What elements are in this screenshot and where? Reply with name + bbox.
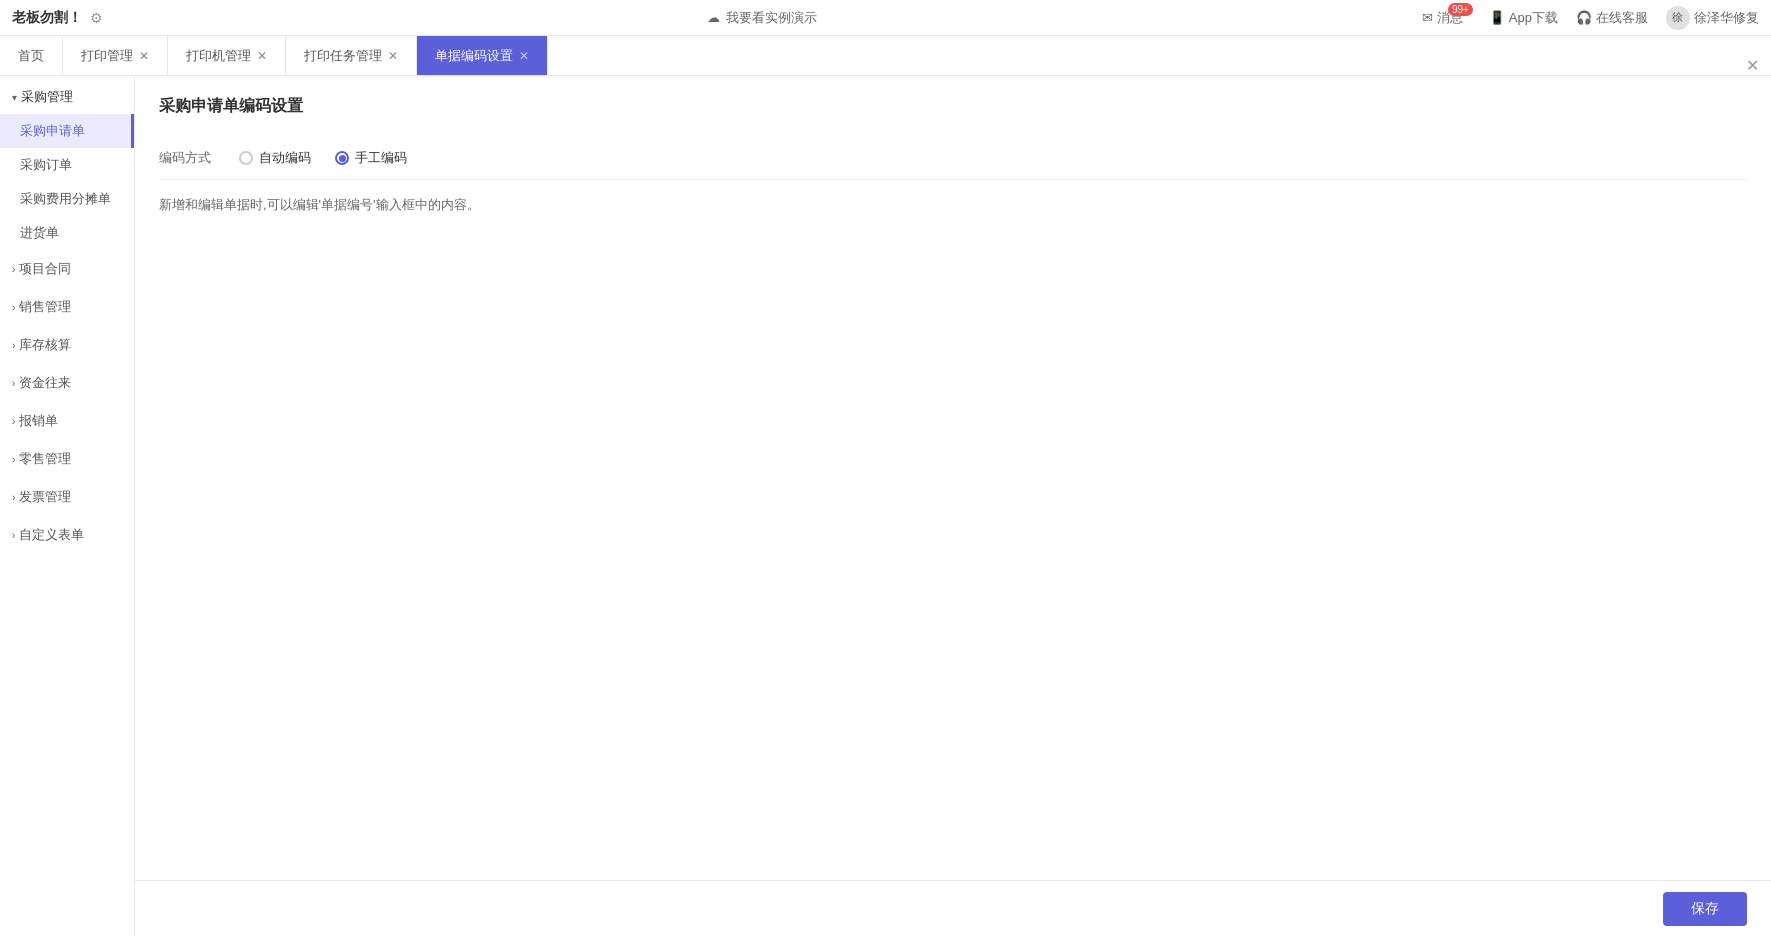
avatar: 徐 (1666, 6, 1690, 30)
purchase-group-label: 采购管理 (21, 88, 73, 106)
tab-print-task-management-close[interactable]: ✕ (388, 50, 398, 62)
sidebar: ▾ 采购管理 采购申请单 采购订单 采购费用分摊单 进货单 › 项目合同 › 销… (0, 76, 135, 936)
inventory-label: 库存核算 (19, 336, 71, 354)
save-button[interactable]: 保存 (1663, 892, 1747, 926)
sidebar-item-purchase-request[interactable]: 采购申请单 (0, 114, 134, 148)
radio-manual-label: 手工编码 (355, 149, 407, 167)
sidebar-item-goods-receipt[interactable]: 进货单 (0, 216, 134, 250)
sidebar-item-purchase-expense-label: 采购费用分摊单 (20, 191, 111, 206)
sidebar-item-custom-form[interactable]: › 自定义表单 (0, 516, 134, 554)
tab-print-management[interactable]: 打印管理 ✕ (63, 36, 168, 75)
tab-code-settings[interactable]: 单据编码设置 ✕ (417, 36, 548, 75)
invoice-label: 发票管理 (19, 488, 71, 506)
online-service-button[interactable]: 🎧 在线客服 (1576, 9, 1648, 27)
radio-auto[interactable]: 自动编码 (239, 149, 311, 167)
tab-code-settings-close[interactable]: ✕ (519, 50, 529, 62)
project-contract-label: 项目合同 (19, 260, 71, 278)
radio-manual-circle (335, 151, 349, 165)
sidebar-item-sales-management[interactable]: › 销售管理 (0, 288, 134, 326)
purchase-arrow-icon: ▾ (12, 92, 17, 103)
tab-printer-management-close[interactable]: ✕ (257, 50, 267, 62)
content-main: 采购申请单编码设置 编码方式 自动编码 手工编码 新增和编辑单据时,可以编辑'单… (135, 76, 1771, 880)
tab-code-settings-label: 单据编码设置 (435, 47, 513, 65)
sidebar-item-project-contract[interactable]: › 项目合同 (0, 250, 134, 288)
code-mode-radio-group: 自动编码 手工编码 (239, 149, 407, 167)
sidebar-item-purchase-request-label: 采购申请单 (20, 123, 85, 138)
app-logo: 老板勿割！ (12, 9, 82, 27)
online-service-label: 在线客服 (1596, 9, 1648, 27)
close-all-icon: ✕ (1746, 56, 1759, 75)
finance-label: 资金往来 (19, 374, 71, 392)
top-bar-right: ✉ 消息 99+ 📱 App下载 🎧 在线客服 徐 徐泽华修复 (1422, 6, 1759, 30)
hint-text: 新增和编辑单据时,可以编辑'单据编号'输入框中的内容。 (159, 180, 1747, 230)
tab-printer-management[interactable]: 打印机管理 ✕ (168, 36, 286, 75)
sales-arrow-icon: › (12, 302, 15, 313)
settings-icon[interactable]: ⚙ (90, 10, 103, 26)
sidebar-group-purchase-title[interactable]: ▾ 采购管理 (0, 78, 134, 114)
page-title: 采购申请单编码设置 (159, 96, 1747, 117)
bottom-bar: 保存 (135, 880, 1771, 936)
tab-home-label: 首页 (18, 47, 44, 65)
retail-arrow-icon: › (12, 454, 15, 465)
tab-printer-management-label: 打印机管理 (186, 47, 251, 65)
sidebar-item-finance[interactable]: › 资金往来 (0, 364, 134, 402)
sidebar-item-retail[interactable]: › 零售管理 (0, 440, 134, 478)
expense-arrow-icon: › (12, 416, 15, 427)
code-mode-label: 编码方式 (159, 149, 239, 167)
project-arrow-icon: › (12, 264, 15, 275)
main-layout: ▾ 采购管理 采购申请单 采购订单 采购费用分摊单 进货单 › 项目合同 › 销… (0, 76, 1771, 936)
close-all-tabs-button[interactable]: ✕ (1734, 56, 1771, 75)
tab-print-task-management[interactable]: 打印任务管理 ✕ (286, 36, 417, 75)
finance-arrow-icon: › (12, 378, 15, 389)
tab-bar: 首页 打印管理 ✕ 打印机管理 ✕ 打印任务管理 ✕ 单据编码设置 ✕ ✕ (0, 36, 1771, 76)
sidebar-item-purchase-order-label: 采购订单 (20, 157, 72, 172)
tab-print-task-management-label: 打印任务管理 (304, 47, 382, 65)
expense-report-label: 报销单 (19, 412, 58, 430)
radio-auto-circle (239, 151, 253, 165)
sidebar-item-goods-receipt-label: 进货单 (20, 225, 59, 240)
radio-auto-label: 自动编码 (259, 149, 311, 167)
sidebar-item-invoice[interactable]: › 发票管理 (0, 478, 134, 516)
sidebar-item-purchase-expense[interactable]: 采购费用分摊单 (0, 182, 134, 216)
sidebar-item-purchase-order[interactable]: 采购订单 (0, 148, 134, 182)
tab-print-management-close[interactable]: ✕ (139, 50, 149, 62)
top-bar-left: 老板勿割！ ⚙ (12, 9, 103, 27)
invoice-arrow-icon: › (12, 492, 15, 503)
app-download-icon: 📱 (1489, 10, 1505, 25)
sidebar-group-purchase: ▾ 采购管理 采购申请单 采购订单 采购费用分摊单 进货单 (0, 78, 134, 250)
app-download-button[interactable]: 📱 App下载 (1489, 9, 1558, 27)
user-name: 徐泽华修复 (1694, 9, 1759, 27)
app-download-label: App下载 (1509, 9, 1558, 27)
tab-home[interactable]: 首页 (0, 36, 63, 75)
cloud-icon: ☁ (707, 10, 720, 25)
headset-icon: 🎧 (1576, 10, 1592, 25)
search-demo-text: 我要看实例演示 (726, 9, 817, 27)
code-mode-row: 编码方式 自动编码 手工编码 (159, 137, 1747, 180)
inventory-arrow-icon: › (12, 340, 15, 351)
message-icon: ✉ (1422, 10, 1433, 25)
top-bar: 老板勿割！ ⚙ ☁ 我要看实例演示 ✉ 消息 99+ 📱 App下载 🎧 在线客… (0, 0, 1771, 36)
custom-form-arrow-icon: › (12, 530, 15, 541)
custom-form-label: 自定义表单 (19, 526, 84, 544)
sales-management-label: 销售管理 (19, 298, 71, 316)
user-profile[interactable]: 徐 徐泽华修复 (1666, 6, 1759, 30)
retail-label: 零售管理 (19, 450, 71, 468)
tab-print-management-label: 打印管理 (81, 47, 133, 65)
content-area: 采购申请单编码设置 编码方式 自动编码 手工编码 新增和编辑单据时,可以编辑'单… (135, 76, 1771, 936)
radio-manual[interactable]: 手工编码 (335, 149, 407, 167)
message-count: 99+ (1448, 3, 1473, 16)
search-demo[interactable]: ☁ 我要看实例演示 (707, 9, 817, 27)
sidebar-item-expense-report[interactable]: › 报销单 (0, 402, 134, 440)
message-button[interactable]: ✉ 消息 99+ (1422, 9, 1463, 27)
sidebar-item-inventory[interactable]: › 库存核算 (0, 326, 134, 364)
